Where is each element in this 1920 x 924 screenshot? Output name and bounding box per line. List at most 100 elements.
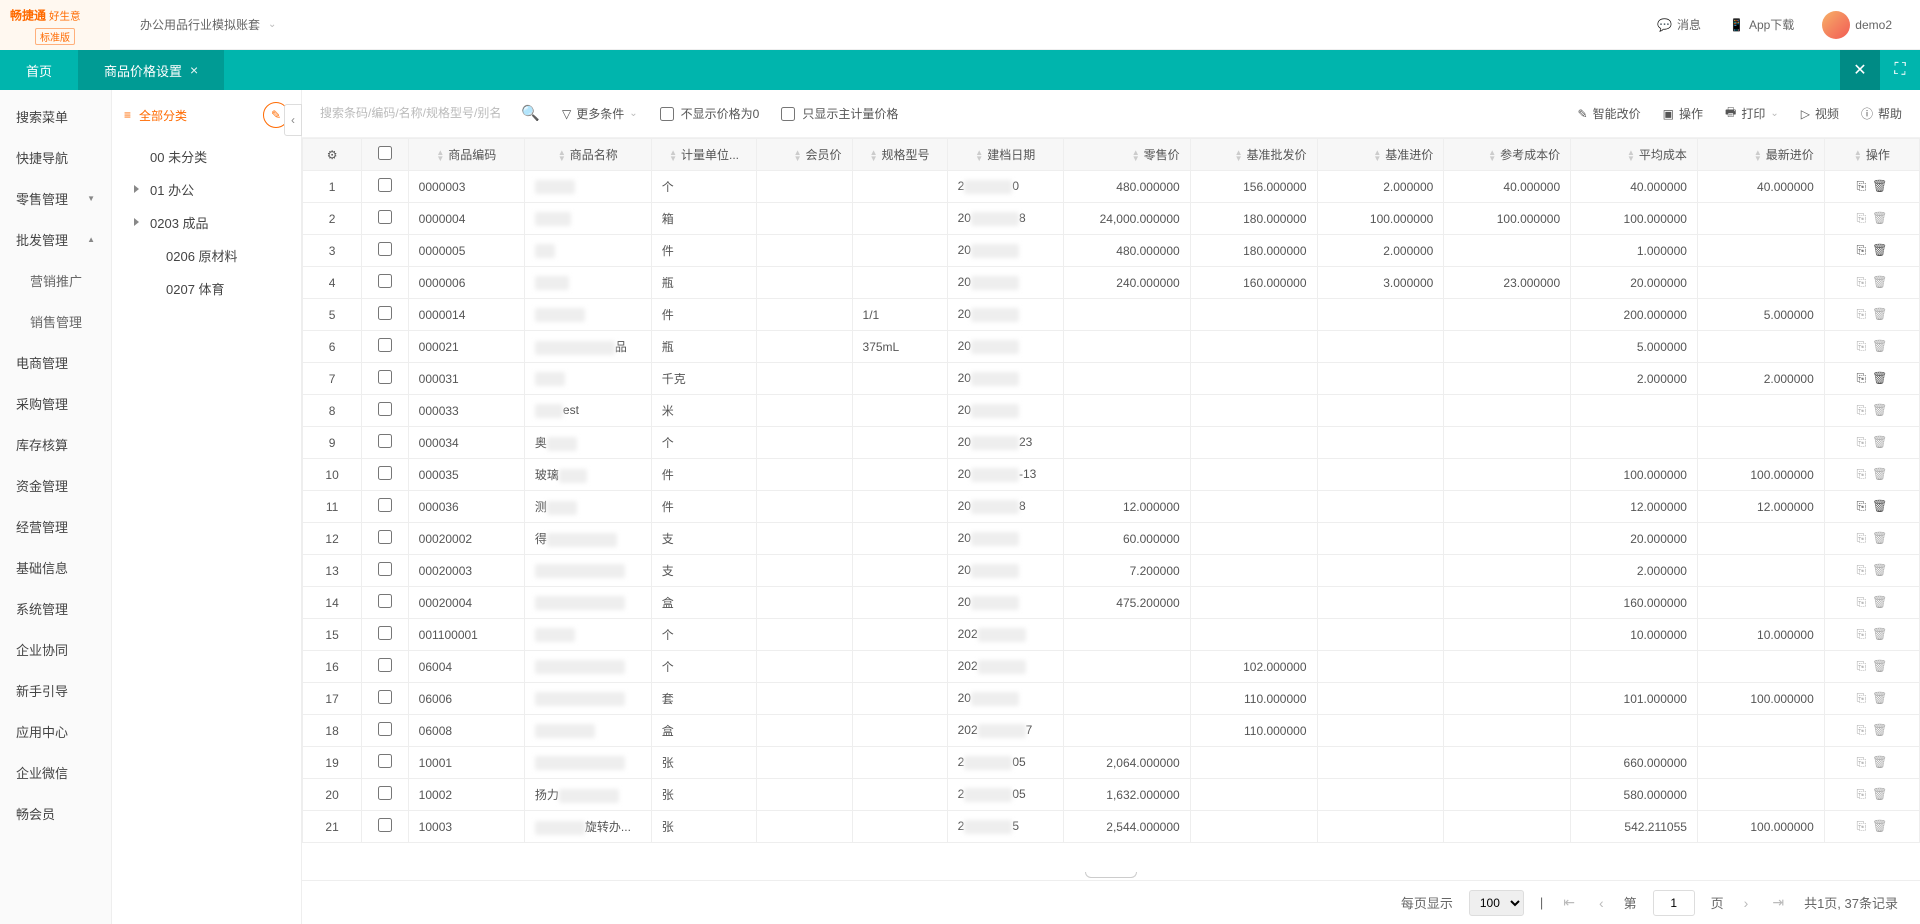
operate-button[interactable]: ▣操作: [1663, 105, 1703, 122]
column-header[interactable]: ▲▼会员价: [757, 139, 852, 171]
column-header[interactable]: ▲▼基准批发价: [1190, 139, 1317, 171]
sidebar-item[interactable]: 企业微信: [0, 752, 111, 793]
copy-icon[interactable]: ⎘: [1856, 595, 1866, 609]
column-header[interactable]: ▲▼基准进价: [1317, 139, 1444, 171]
column-header[interactable]: [362, 139, 409, 171]
delete-icon[interactable]: 🗑: [1872, 819, 1887, 833]
sort-icon[interactable]: ▲▼: [1854, 150, 1862, 162]
sidebar-item[interactable]: 零售管理▼: [0, 178, 111, 219]
row-checkbox[interactable]: [378, 434, 392, 448]
row-checkbox[interactable]: [378, 626, 392, 640]
category-node[interactable]: 0203 成品: [122, 206, 291, 239]
settings-icon[interactable]: ⚙: [327, 148, 338, 162]
delete-icon[interactable]: 🗑: [1872, 243, 1887, 257]
help-button[interactable]: ⓘ帮助: [1861, 105, 1902, 122]
per-page-select[interactable]: 100: [1469, 890, 1524, 916]
sidebar-item[interactable]: 企业协同: [0, 629, 111, 670]
sidebar-item[interactable]: 批发管理▲: [0, 219, 111, 260]
row-checkbox[interactable]: [378, 242, 392, 256]
sort-icon[interactable]: ▲▼: [870, 150, 878, 162]
sort-icon[interactable]: ▲▼: [975, 150, 983, 162]
fullscreen-button[interactable]: ⛶: [1880, 50, 1920, 90]
sidebar-item[interactable]: 经营管理: [0, 506, 111, 547]
column-header[interactable]: ▲▼建档日期: [947, 139, 1063, 171]
prev-page-button[interactable]: ‹: [1595, 895, 1608, 911]
copy-icon[interactable]: ⎘: [1856, 339, 1866, 353]
copy-icon[interactable]: ⎘: [1856, 467, 1866, 481]
sidebar-item[interactable]: 资金管理: [0, 465, 111, 506]
column-header[interactable]: ▲▼操作: [1824, 139, 1919, 171]
smart-price-button[interactable]: ✎智能改价: [1578, 105, 1641, 122]
sort-icon[interactable]: ▲▼: [1235, 150, 1243, 162]
delete-icon[interactable]: 🗑: [1872, 563, 1887, 577]
workspace-select[interactable]: 办公用品行业模拟账套 ⌄: [140, 16, 276, 33]
delete-icon[interactable]: 🗑: [1872, 755, 1887, 769]
sort-icon[interactable]: ▲▼: [558, 150, 566, 162]
copy-icon[interactable]: ⎘: [1856, 755, 1866, 769]
sidebar-item[interactable]: 搜索菜单: [0, 96, 111, 137]
column-header[interactable]: ▲▼平均成本: [1571, 139, 1698, 171]
column-header[interactable]: ▲▼最新进价: [1697, 139, 1824, 171]
search-input[interactable]: [320, 100, 540, 128]
row-checkbox[interactable]: [378, 402, 392, 416]
hide-zero-price-checkbox[interactable]: 不显示价格为0: [660, 105, 760, 122]
copy-icon[interactable]: ⎘: [1856, 723, 1866, 737]
delete-icon[interactable]: 🗑: [1872, 403, 1887, 417]
copy-icon[interactable]: ⎘: [1856, 211, 1866, 225]
copy-icon[interactable]: ⎘: [1856, 307, 1866, 321]
copy-icon[interactable]: ⎘: [1856, 371, 1866, 385]
sidebar-item[interactable]: 应用中心: [0, 711, 111, 752]
sort-icon[interactable]: ▲▼: [1488, 150, 1496, 162]
row-checkbox[interactable]: [378, 658, 392, 672]
sidebar-item[interactable]: 库存核算: [0, 424, 111, 465]
copy-icon[interactable]: ⎘: [1856, 499, 1866, 513]
copy-icon[interactable]: ⎘: [1856, 659, 1866, 673]
sort-icon[interactable]: ▲▼: [669, 150, 677, 162]
row-checkbox[interactable]: [378, 818, 392, 832]
row-checkbox[interactable]: [378, 338, 392, 352]
delete-icon[interactable]: 🗑: [1872, 723, 1887, 737]
row-checkbox[interactable]: [378, 594, 392, 608]
column-header[interactable]: ▲▼商品名称: [524, 139, 651, 171]
category-node[interactable]: 0206 原材料: [122, 239, 291, 272]
column-header[interactable]: ▲▼参考成本价: [1444, 139, 1571, 171]
sidebar-item[interactable]: 营销推广: [0, 260, 111, 301]
copy-icon[interactable]: ⎘: [1856, 435, 1866, 449]
delete-icon[interactable]: 🗑: [1872, 211, 1887, 225]
row-checkbox[interactable]: [378, 690, 392, 704]
sidebar-item[interactable]: 基础信息: [0, 547, 111, 588]
video-button[interactable]: ▷视频: [1801, 105, 1839, 122]
delete-icon[interactable]: 🗑: [1872, 787, 1887, 801]
copy-icon[interactable]: ⎘: [1856, 243, 1866, 257]
row-checkbox[interactable]: [378, 562, 392, 576]
row-checkbox[interactable]: [378, 178, 392, 192]
tab-price-settings[interactable]: 商品价格设置 ×: [78, 50, 224, 90]
delete-icon[interactable]: 🗑: [1872, 467, 1887, 481]
select-all-checkbox[interactable]: [378, 146, 392, 160]
copy-icon[interactable]: ⎘: [1856, 531, 1866, 545]
copy-icon[interactable]: ⎘: [1856, 275, 1866, 289]
print-button[interactable]: 🖶打印⌄: [1725, 103, 1779, 124]
column-header[interactable]: ▲▼计量单位...: [651, 139, 757, 171]
column-header[interactable]: ▲▼规格型号: [852, 139, 947, 171]
next-page-button[interactable]: ›: [1740, 895, 1753, 911]
copy-icon[interactable]: ⎘: [1856, 563, 1866, 577]
delete-icon[interactable]: 🗑: [1872, 659, 1887, 673]
sort-icon[interactable]: ▲▼: [1132, 150, 1140, 162]
last-page-button[interactable]: ⇥: [1768, 894, 1788, 911]
copy-icon[interactable]: ⎘: [1856, 403, 1866, 417]
tab-home[interactable]: 首页: [0, 50, 78, 90]
sidebar-item[interactable]: 采购管理: [0, 383, 111, 424]
sidebar-item[interactable]: 销售管理: [0, 301, 111, 342]
category-node[interactable]: 01 办公: [122, 173, 291, 206]
delete-icon[interactable]: 🗑: [1872, 435, 1887, 449]
copy-icon[interactable]: ⎘: [1856, 691, 1866, 705]
app-download-link[interactable]: 📱App下载: [1729, 16, 1794, 33]
column-header[interactable]: ▲▼零售价: [1063, 139, 1190, 171]
delete-icon[interactable]: 🗑: [1872, 595, 1887, 609]
category-node[interactable]: 0207 体育: [122, 272, 291, 305]
sidebar-item[interactable]: 新手引导: [0, 670, 111, 711]
delete-icon[interactable]: 🗑: [1872, 627, 1887, 641]
row-checkbox[interactable]: [378, 530, 392, 544]
row-checkbox[interactable]: [378, 274, 392, 288]
